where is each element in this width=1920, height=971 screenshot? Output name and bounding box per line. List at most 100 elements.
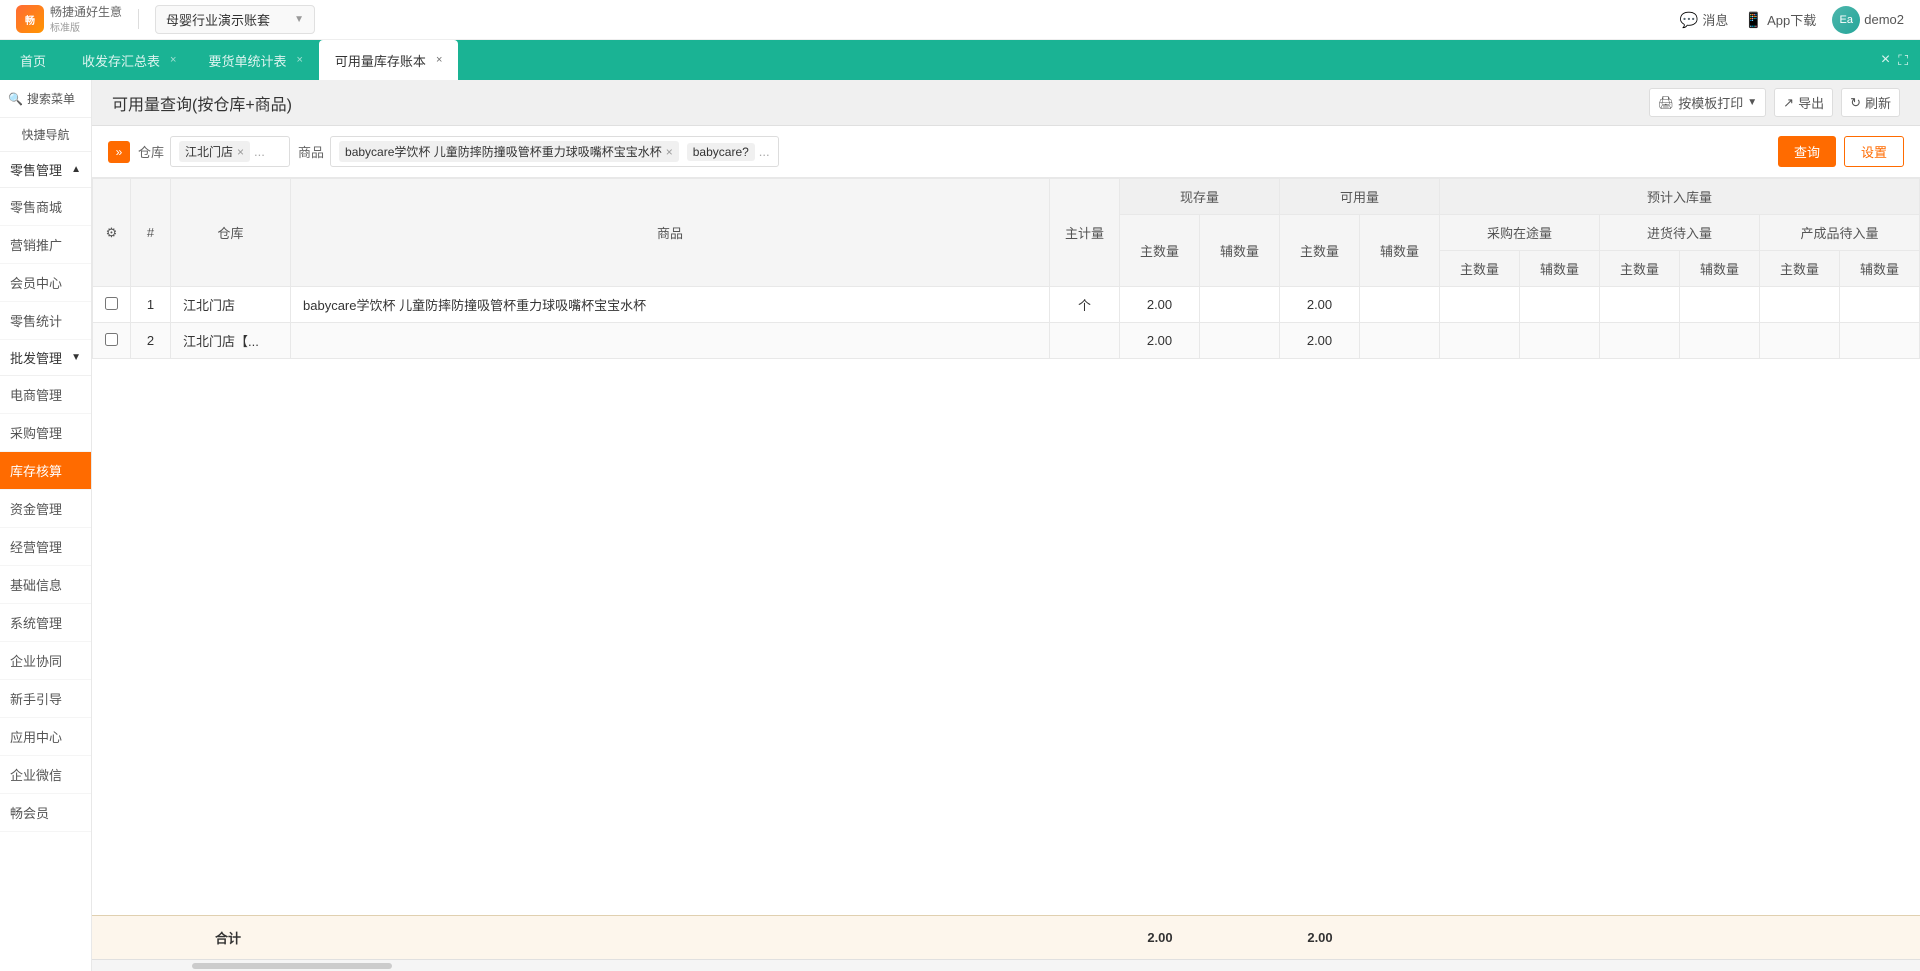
refresh-icon: ↻ [1850,95,1861,111]
row-checkbox[interactable] [105,297,118,310]
settings-gear-icon[interactable]: ⚙ [106,225,118,240]
table-row: 2 江北门店【... 2.00 2.00 [93,323,1920,359]
tab-close-all-btn[interactable]: × [1881,51,1890,69]
sidebar-retail-mgmt-arrow: ▲ [71,164,81,175]
sidebar-marketing-label: 营销推广 [10,238,62,253]
sidebar-item-vip[interactable]: 畅会员 [0,794,91,832]
sidebar-item-ecommerce[interactable]: 电商管理 [0,376,91,414]
filter-expand-btn[interactable]: » [108,141,130,163]
avatar: Ea [1832,6,1860,34]
tab-order-stats-close[interactable]: × [296,54,302,66]
brand-name: 畅捷通好生意 [50,5,122,19]
cell-current-main: 2.00 [1120,323,1200,359]
filter-actions: 查询 设置 [1778,136,1904,167]
sidebar-item-member-center[interactable]: 会员中心 [0,264,91,302]
sidebar-item-newbie[interactable]: 新手引导 [0,680,91,718]
app-download-icon: 📱 [1744,11,1763,29]
sidebar-item-purchase[interactable]: 采购管理 [0,414,91,452]
export-label: 导出 [1798,93,1824,112]
row-checkbox[interactable] [105,333,118,346]
top-bar-left: 畅 畅捷通好生意 标准版 母婴行业演示账套 ▼ [16,5,315,34]
tab-maximize-btn[interactable]: ⛶ [1898,52,1908,69]
query-btn[interactable]: 查询 [1778,136,1836,167]
template-print-btn[interactable]: 🖨 按模板打印 ▼ [1649,88,1766,117]
warehouse-tag-close[interactable]: × [237,145,244,159]
sidebar-retail-stats-label: 零售统计 [10,314,62,329]
cell-avail-main: 2.00 [1280,287,1360,323]
tab-receipt-summary[interactable]: 收发存汇总表 × [66,40,192,80]
sidebar-item-retail-stats[interactable]: 零售统计 [0,302,91,340]
sidebar-item-system[interactable]: 系统管理 [0,604,91,642]
warehouse-more[interactable]: ... [254,144,265,159]
export-btn[interactable]: ↗ 导出 [1774,88,1833,117]
th-avail-main: 主数量 [1280,215,1360,287]
sidebar-app-center-label: 应用中心 [10,730,62,745]
th-produced-pending: 产成品待入量 [1760,215,1920,251]
warehouse-filter: 仓库 江北门店 × ... [138,136,290,167]
footer-label: 合计 [168,922,288,953]
sidebar-item-cooperation[interactable]: 企业协同 [0,642,91,680]
tab-receipt-summary-close[interactable]: × [170,54,176,66]
th-current-stock: 现存量 [1120,179,1280,215]
horizontal-scrollbar[interactable] [192,963,392,969]
cell-produced-main [1760,287,1840,323]
warehouse-input[interactable]: 江北门店 × ... [170,136,290,167]
user-profile[interactable]: Ea demo2 [1832,6,1904,34]
sidebar-search-btn[interactable]: 🔍 搜索菜单 [0,80,91,118]
scrollbar-area [92,959,1920,971]
product-input[interactable]: babycare学饮杯 儿童防摔防撞吸管杯重力球吸嘴杯宝宝水杯 × babyca… [330,136,779,167]
tab-available-stock[interactable]: 可用量库存账本 × [319,40,458,80]
sidebar-item-marketing[interactable]: 营销推广 [0,226,91,264]
th-current-aux: 辅数量 [1200,215,1280,287]
workspace-label: 母婴行业演示账套 [166,10,270,29]
sidebar-item-retail-mall[interactable]: 零售商城 [0,188,91,226]
th-settings[interactable]: ⚙ [93,179,131,287]
tab-order-stats[interactable]: 要货单统计表 × [192,40,318,80]
page-header: 可用量查询(按仓库+商品) 🖨 按模板打印 ▼ ↗ 导出 ↻ 刷新 [92,80,1920,126]
cell-current-aux [1200,287,1280,323]
th-purchase-main: 主数量 [1440,251,1520,287]
cell-select[interactable] [93,287,131,323]
app-download-btn[interactable]: 📱 App下载 [1744,10,1816,29]
sidebar-wholesale-arrow: ▼ [71,352,81,363]
product-tag1-close[interactable]: × [666,145,673,159]
search-icon: 🔍 [8,92,23,106]
workspace-selector[interactable]: 母婴行业演示账套 ▼ [155,5,315,34]
sidebar-item-operations[interactable]: 经营管理 [0,528,91,566]
tab-order-stats-label: 要货单统计表 [208,51,286,70]
tab-nav: 首页 收发存汇总表 × 要货单统计表 × 可用量库存账本 × × ⛶ [0,40,1920,80]
sidebar-item-app-center[interactable]: 应用中心 [0,718,91,756]
sidebar-quick-nav[interactable]: 快捷导航 [0,118,91,152]
cell-purchase-aux [1520,323,1600,359]
message-btn[interactable]: 💬 消息 [1680,10,1729,29]
sidebar-item-inventory[interactable]: 库存核算 [0,452,91,490]
product-more[interactable]: ... [759,144,770,159]
sidebar-purchase-label: 采购管理 [10,426,62,441]
brand-icon: 畅 [16,5,44,33]
message-icon: 💬 [1680,11,1699,29]
sidebar-search-label: 搜索菜单 [27,90,75,107]
sidebar-cooperation-label: 企业协同 [10,654,62,669]
tab-available-stock-close[interactable]: × [436,54,442,66]
product-filter: 商品 babycare学饮杯 儿童防摔防撞吸管杯重力球吸嘴杯宝宝水杯 × bab… [298,136,779,167]
setting-btn[interactable]: 设置 [1844,136,1904,167]
th-product: 商品 [291,179,1050,287]
refresh-label: 刷新 [1865,93,1891,112]
sidebar-item-basic-info[interactable]: 基础信息 [0,566,91,604]
th-incoming-aux: 辅数量 [1680,251,1760,287]
cell-select[interactable] [93,323,131,359]
cell-warehouse: 江北门店【... [171,323,291,359]
sidebar-item-retail-mgmt[interactable]: 零售管理 ▲ [0,152,91,188]
sidebar-enterprise-wechat-label: 企业微信 [10,768,62,783]
cell-product [291,323,1050,359]
sidebar-item-finance[interactable]: 资金管理 [0,490,91,528]
sidebar-item-enterprise-wechat[interactable]: 企业微信 [0,756,91,794]
th-produced-main: 主数量 [1760,251,1840,287]
sidebar-vip-label: 畅会员 [10,806,49,821]
sidebar-item-wholesale-mgmt[interactable]: 批发管理 ▼ [0,340,91,376]
sidebar-ecommerce-label: 电商管理 [10,388,62,403]
refresh-btn[interactable]: ↻ 刷新 [1841,88,1900,117]
user-initials: Ea [1840,14,1853,26]
th-warehouse: 仓库 [171,179,291,287]
tab-home[interactable]: 首页 [0,40,66,80]
